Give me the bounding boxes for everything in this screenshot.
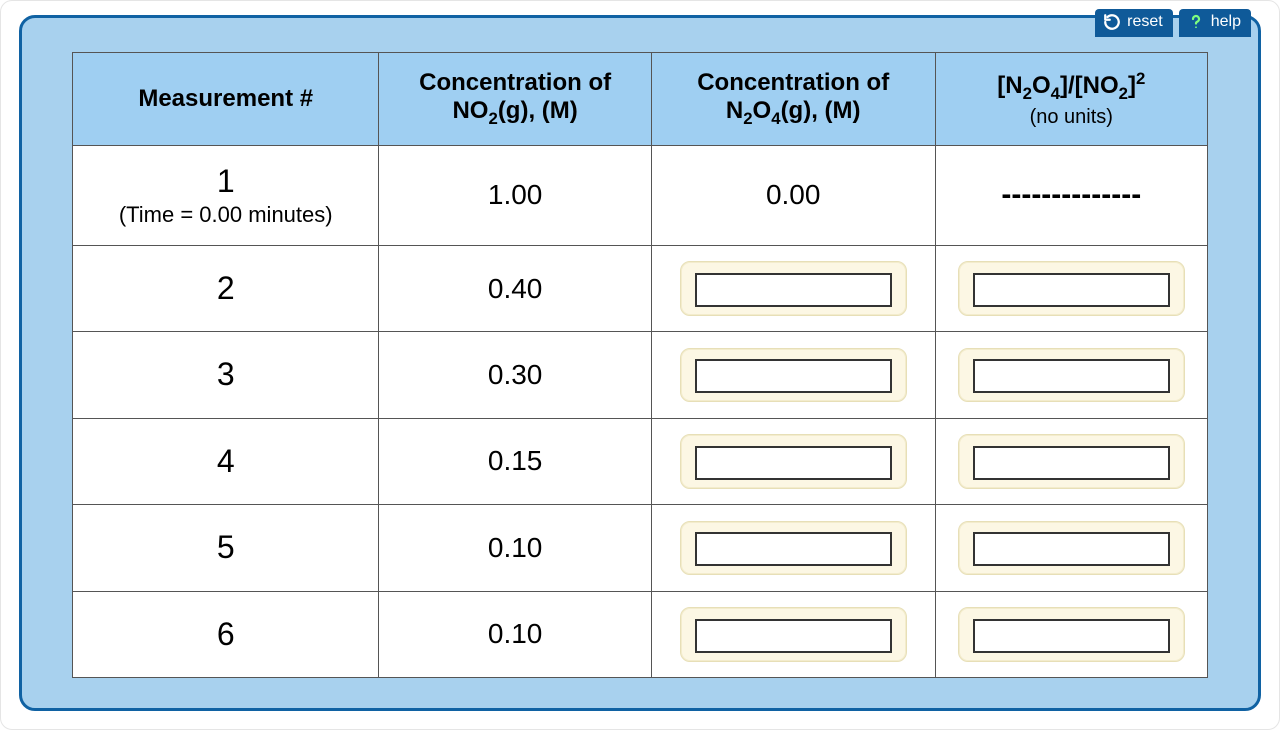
- table-row: 50.10: [73, 505, 1208, 591]
- cell-measurement: 5: [73, 505, 379, 591]
- cell-ratio: [935, 418, 1207, 504]
- col-header-ratio: [N2O4]/[NO2]2 (no units): [935, 53, 1207, 146]
- input-frame: [958, 434, 1185, 489]
- col-header-n2o4-line2: N2O4(g), (M): [726, 97, 861, 124]
- panel: Measurement # Concentration of NO2(g), (…: [19, 15, 1261, 711]
- ratio-input[interactable]: [973, 619, 1170, 653]
- n2o4-input[interactable]: [695, 359, 892, 393]
- col-header-no2-line1: Concentration of: [419, 69, 611, 96]
- ratio-static: --------------: [1001, 178, 1141, 211]
- measurement-number: 6: [217, 616, 235, 652]
- cell-n2o4: [651, 332, 935, 418]
- ratio-input[interactable]: [973, 532, 1170, 566]
- input-frame: [958, 607, 1185, 662]
- data-table: Measurement # Concentration of NO2(g), (…: [72, 52, 1208, 678]
- col-header-no2-line2: NO2(g), (M): [452, 97, 577, 124]
- cell-no2: 0.15: [379, 418, 651, 504]
- measurement-number: 5: [217, 529, 235, 565]
- table-row: 20.40: [73, 245, 1208, 331]
- cell-n2o4: 0.00: [651, 146, 935, 246]
- n2o4-input[interactable]: [695, 446, 892, 480]
- cell-measurement: 1 (Time = 0.00 minutes): [73, 146, 379, 246]
- measurement-subtext: (Time = 0.00 minutes): [81, 202, 370, 228]
- cell-no2: 0.40: [379, 245, 651, 331]
- cell-ratio: [935, 332, 1207, 418]
- cell-measurement: 3: [73, 332, 379, 418]
- cell-measurement: 4: [73, 418, 379, 504]
- input-frame: [958, 521, 1185, 576]
- cell-ratio: [935, 591, 1207, 677]
- cell-n2o4: [651, 591, 935, 677]
- ratio-input[interactable]: [973, 273, 1170, 307]
- input-frame: [680, 434, 907, 489]
- outer-frame: reset help Measurement #: [0, 0, 1280, 730]
- measurement-number: 1: [217, 163, 235, 199]
- cell-n2o4: [651, 245, 935, 331]
- n2o4-input[interactable]: [695, 273, 892, 307]
- n2o4-input[interactable]: [695, 532, 892, 566]
- col-header-n2o4: Concentration of N2O4(g), (M): [651, 53, 935, 146]
- col-header-ratio-line1: [N2O4]/[NO2]2: [997, 72, 1145, 99]
- input-frame: [680, 607, 907, 662]
- input-frame: [680, 348, 907, 403]
- help-label: help: [1211, 13, 1241, 31]
- col-header-n2o4-line1: Concentration of: [697, 69, 889, 96]
- input-frame: [958, 261, 1185, 316]
- col-header-measurement-text: Measurement #: [138, 85, 313, 112]
- help-button[interactable]: help: [1179, 9, 1251, 37]
- help-icon: [1187, 13, 1205, 31]
- reset-label: reset: [1127, 13, 1163, 31]
- measurement-number: 4: [217, 443, 235, 479]
- cell-ratio: [935, 505, 1207, 591]
- cell-n2o4: [651, 418, 935, 504]
- cell-ratio: --------------: [935, 146, 1207, 246]
- measurement-number: 3: [217, 356, 235, 392]
- cell-ratio: [935, 245, 1207, 331]
- col-header-no2: Concentration of NO2(g), (M): [379, 53, 651, 146]
- n2o4-input[interactable]: [695, 619, 892, 653]
- reset-icon: [1103, 13, 1121, 31]
- input-frame: [958, 348, 1185, 403]
- cell-no2: 0.10: [379, 505, 651, 591]
- cell-no2: 0.30: [379, 332, 651, 418]
- table-header-row: Measurement # Concentration of NO2(g), (…: [73, 53, 1208, 146]
- cell-measurement: 6: [73, 591, 379, 677]
- table-row: 30.30: [73, 332, 1208, 418]
- cell-n2o4: [651, 505, 935, 591]
- measurement-number: 2: [217, 270, 235, 306]
- table-row: 40.15: [73, 418, 1208, 504]
- cell-no2: 1.00: [379, 146, 651, 246]
- ratio-input[interactable]: [973, 359, 1170, 393]
- reset-button[interactable]: reset: [1095, 9, 1173, 37]
- input-frame: [680, 521, 907, 576]
- table-row: 1 (Time = 0.00 minutes) 1.000.00 ----------…: [73, 146, 1208, 246]
- table-row: 60.10: [73, 591, 1208, 677]
- toolbar: reset help: [1095, 9, 1251, 37]
- ratio-input[interactable]: [973, 446, 1170, 480]
- input-frame: [680, 261, 907, 316]
- col-header-measurement: Measurement #: [73, 53, 379, 146]
- cell-measurement: 2: [73, 245, 379, 331]
- cell-no2: 0.10: [379, 591, 651, 677]
- col-header-ratio-line2: (no units): [944, 105, 1199, 129]
